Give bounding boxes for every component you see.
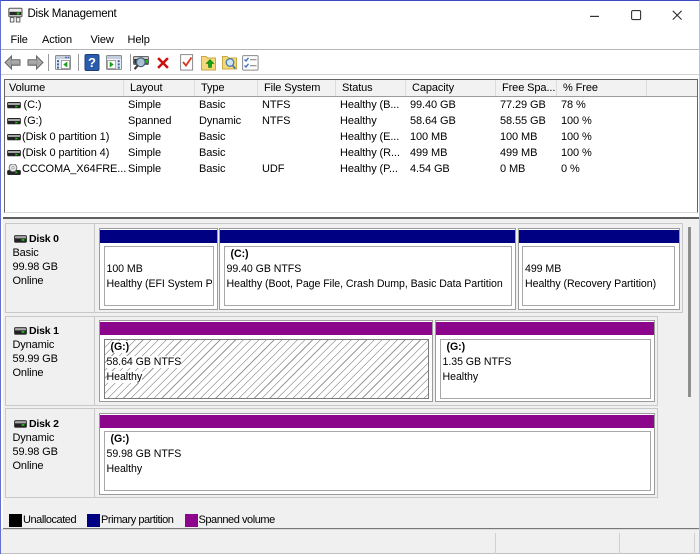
svg-text:?: ? [88, 55, 96, 70]
